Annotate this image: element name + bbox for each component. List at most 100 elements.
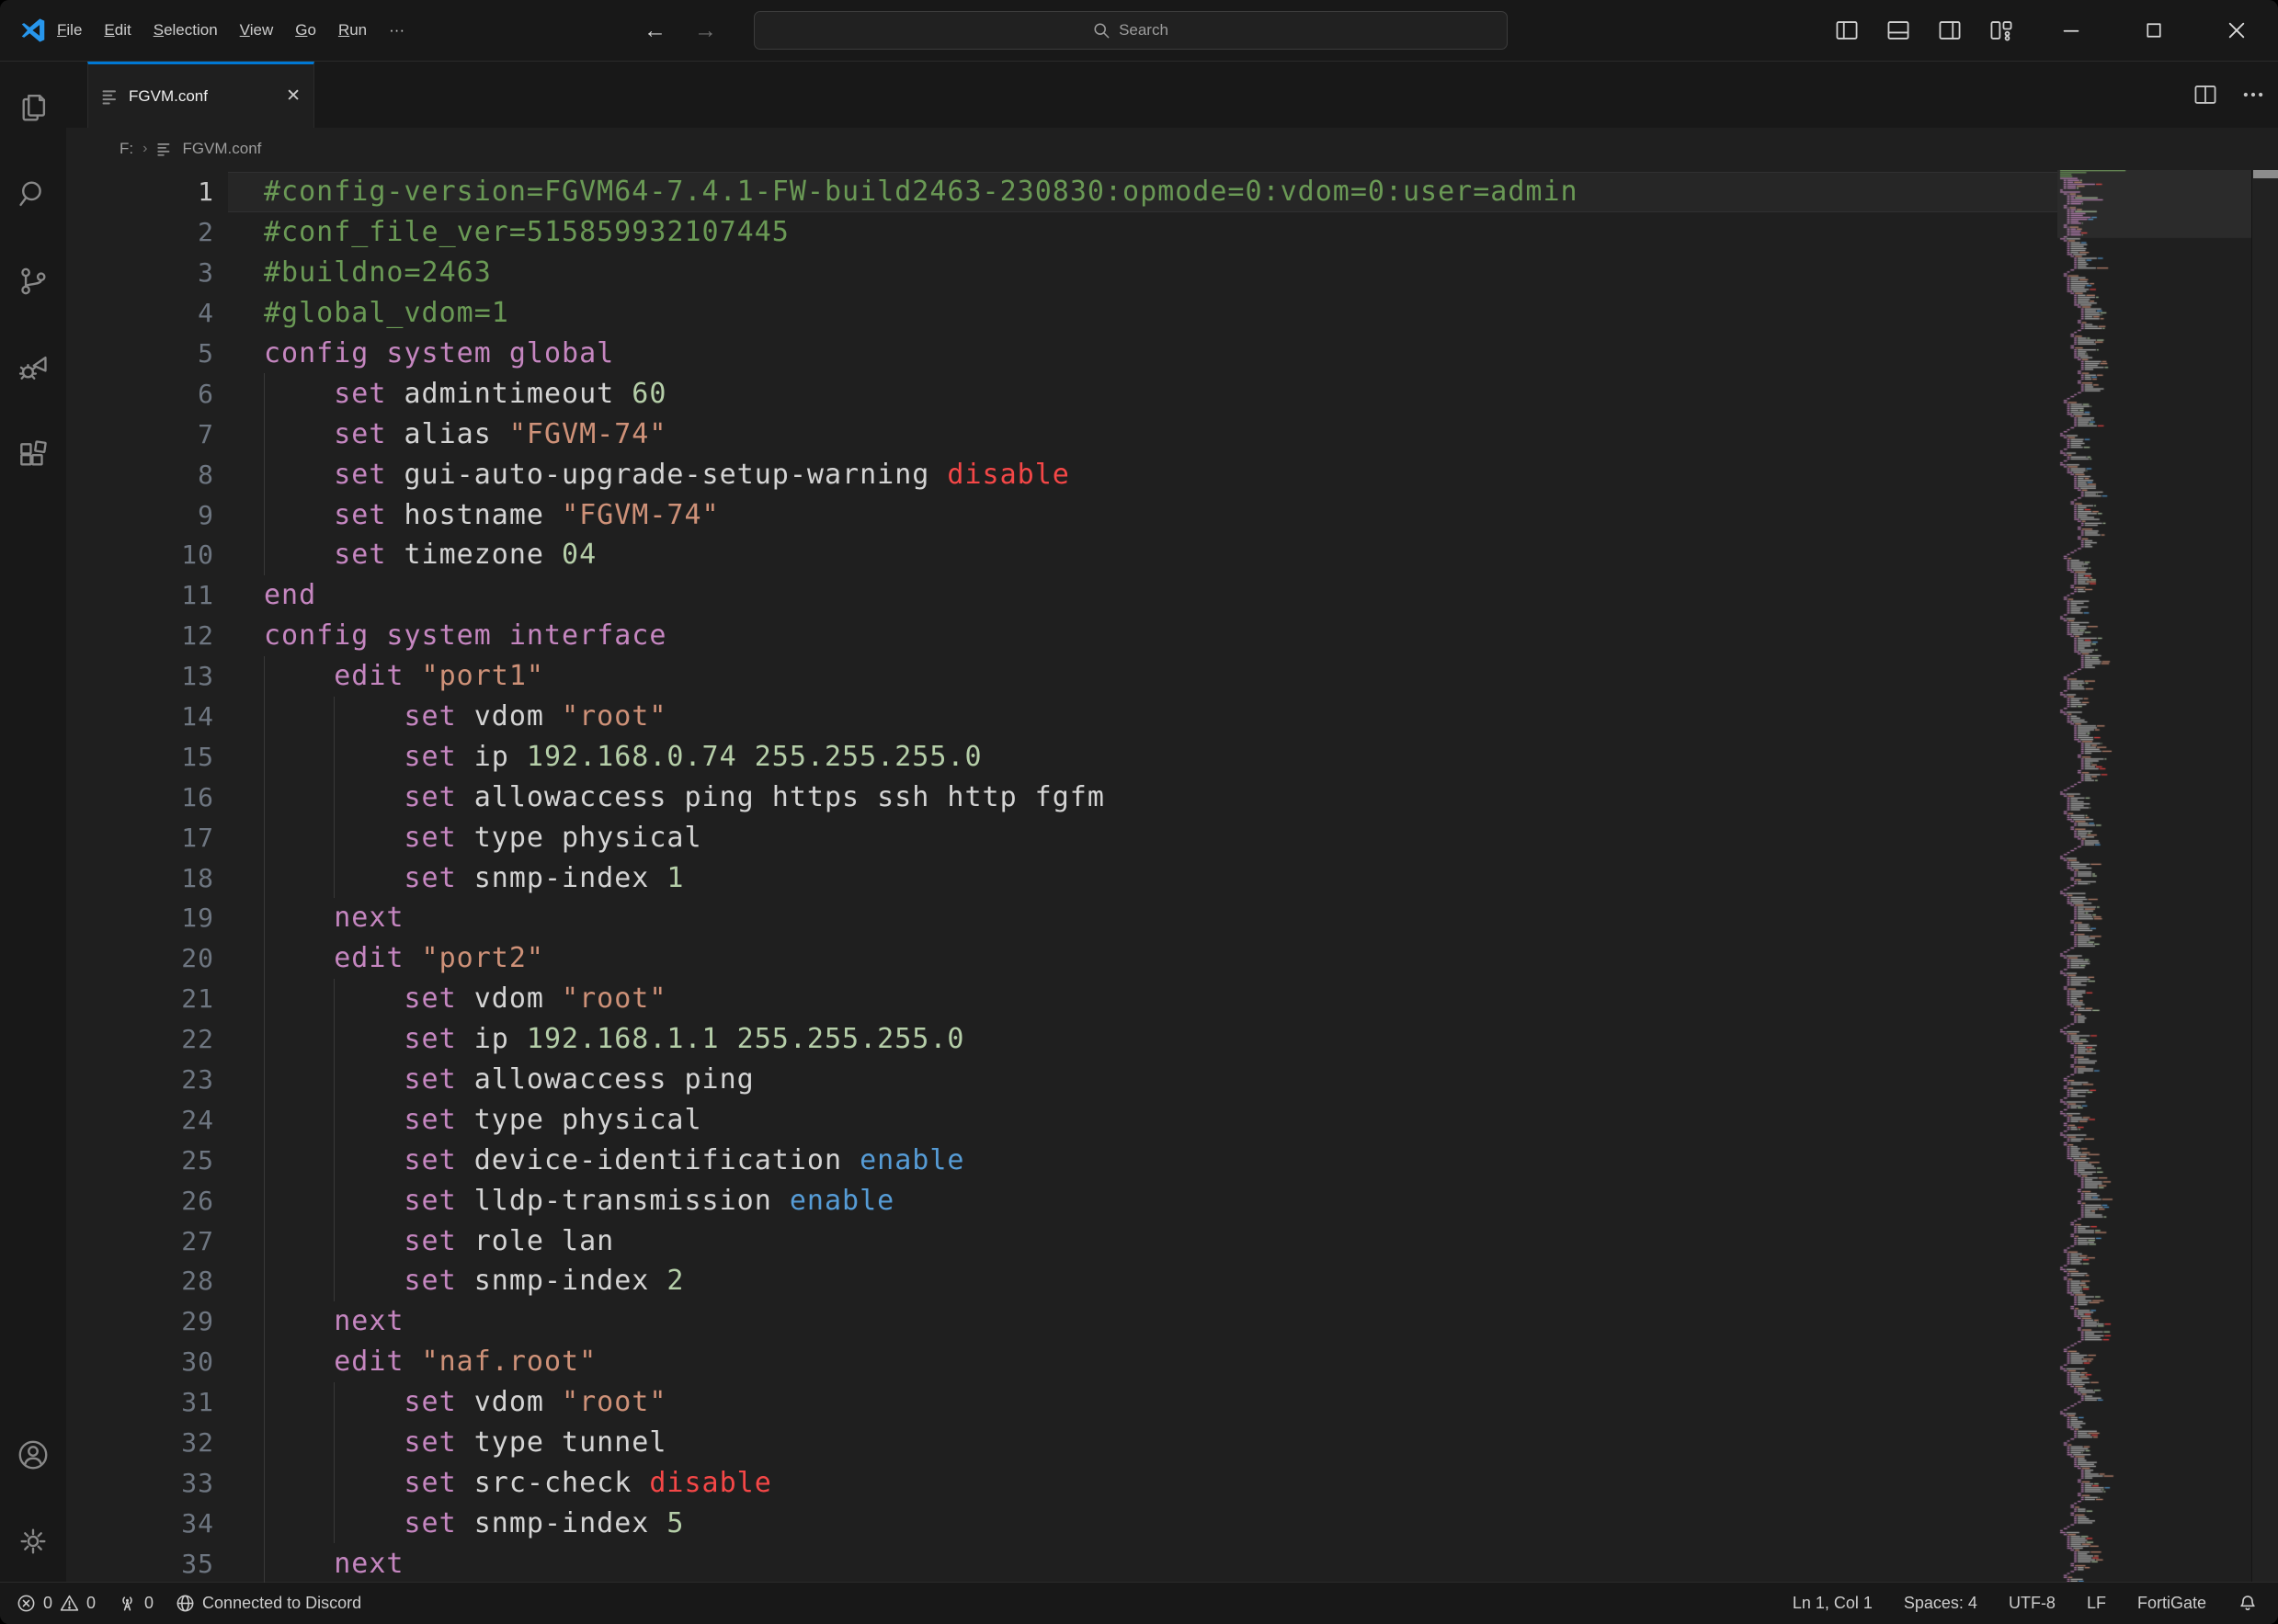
toggle-secondary-sidebar-icon[interactable] <box>1938 18 1962 42</box>
code-line[interactable]: 31 set vdom "root" <box>66 1381 2057 1423</box>
search-sidebar-icon[interactable] <box>16 176 51 211</box>
vscode-window: File Edit Selection View Go Run ··· ← → … <box>0 0 2278 1624</box>
line-number: 26 <box>181 1185 214 1216</box>
close-button[interactable] <box>2195 0 2278 61</box>
toggle-panel-icon[interactable] <box>1886 18 1910 42</box>
line-text: set vdom "root" <box>404 1386 667 1419</box>
maximize-button[interactable] <box>2113 0 2195 61</box>
menu-bar: File Edit Selection View Go Run ··· <box>46 0 416 61</box>
menu-view[interactable]: View <box>229 16 285 45</box>
account-icon[interactable] <box>16 1437 51 1472</box>
code-line[interactable]: 28 set snmp-index 2 <box>66 1261 2057 1301</box>
code-line[interactable]: 24 set type physical <box>66 1099 2057 1141</box>
warning-icon <box>60 1595 79 1611</box>
line-number: 19 <box>181 903 214 934</box>
code-line[interactable]: 32 set type tunnel <box>66 1422 2057 1463</box>
tab-close-icon[interactable]: ✕ <box>286 85 301 107</box>
split-editor-icon[interactable] <box>2193 83 2217 107</box>
menu-selection[interactable]: Selection <box>142 16 229 45</box>
code-line[interactable]: 22 set ip 192.168.1.1 255.255.255.0 <box>66 1018 2057 1060</box>
code-line[interactable]: 13 edit "port1" <box>66 655 2057 697</box>
nav-back-icon[interactable]: ← <box>644 17 666 44</box>
code-line[interactable]: 2 #conf_file_ver=515859932107445 <box>66 212 2057 253</box>
more-actions-icon[interactable] <box>2241 83 2265 107</box>
line-number: 13 <box>181 661 214 692</box>
code-line[interactable]: 33 set src-check disable <box>66 1462 2057 1504</box>
source-control-icon[interactable] <box>16 264 51 299</box>
code-line[interactable]: 8 set gui-auto-upgrade-setup-warning disa… <box>66 454 2057 495</box>
run-debug-icon[interactable] <box>16 351 51 386</box>
line-number: 30 <box>181 1346 214 1378</box>
line-text: set allowaccess ping <box>404 1063 755 1096</box>
line-text: set type tunnel <box>404 1426 667 1459</box>
breadcrumb-drive[interactable]: F: <box>120 140 133 158</box>
encoding-setting[interactable]: UTF-8 <box>2009 1594 2056 1613</box>
code-line[interactable]: 15 set ip 192.168.0.74 255.255.255.0 <box>66 736 2057 778</box>
line-number: 1 <box>198 176 214 208</box>
menu-go[interactable]: Go <box>284 16 327 45</box>
breadcrumb-file[interactable]: FGVM.conf <box>182 140 261 158</box>
ports-indicator[interactable]: 0 <box>118 1594 154 1613</box>
code-line[interactable]: 25 set device-identification enable <box>66 1140 2057 1181</box>
notifications-bell-icon[interactable] <box>2238 1594 2258 1614</box>
code-line[interactable]: 11 end <box>66 575 2057 616</box>
line-text: set device-identification enable <box>404 1143 965 1176</box>
code-line[interactable]: 3 #buildno=2463 <box>66 253 2057 293</box>
language-mode[interactable]: FortiGate <box>2137 1594 2206 1613</box>
code-line[interactable]: 6 set admintimeout 60 <box>66 373 2057 415</box>
minimize-button[interactable] <box>2030 0 2113 61</box>
eol-setting[interactable]: LF <box>2087 1594 2106 1613</box>
menu-file[interactable]: File <box>46 16 93 45</box>
vertical-scrollbar[interactable] <box>2251 170 2278 1583</box>
customize-layout-icon[interactable] <box>1989 18 2013 42</box>
code-line[interactable]: 18 set snmp-index 1 <box>66 857 2057 899</box>
code-line[interactable]: 7 set alias "FGVM-74" <box>66 414 2057 455</box>
code-line[interactable]: 12 config system interface <box>66 616 2057 656</box>
scrollbar-slider[interactable] <box>2253 170 2278 178</box>
tab-label: FGVM.conf <box>129 86 208 105</box>
settings-gear-icon[interactable] <box>16 1524 51 1559</box>
line-text: set ip 192.168.1.1 255.255.255.0 <box>404 1023 965 1056</box>
line-number: 2 <box>198 217 214 248</box>
code-line[interactable]: 20 edit "port2" <box>66 937 2057 979</box>
menu-edit[interactable]: Edit <box>93 16 142 45</box>
minimap[interactable] <box>2057 170 2252 1583</box>
code-line[interactable]: 1 #config-version=FGVM64-7.4.1-FW-build24… <box>66 172 2057 212</box>
code-line[interactable]: 21 set vdom "root" <box>66 978 2057 1019</box>
line-number: 3 <box>198 257 214 289</box>
line-number: 29 <box>181 1306 214 1337</box>
code-editor[interactable]: 1 #config-version=FGVM64-7.4.1-FW-build24… <box>66 170 2278 1583</box>
menu-run[interactable]: Run <box>327 16 378 45</box>
cursor-position[interactable]: Ln 1, Col 1 <box>1793 1594 1873 1613</box>
file-list-icon <box>102 89 116 104</box>
command-center-search[interactable]: Search <box>754 11 1508 50</box>
extensions-icon[interactable] <box>16 438 51 473</box>
nav-forward-icon[interactable]: → <box>694 17 717 44</box>
line-number: 18 <box>181 862 214 893</box>
toggle-primary-sidebar-icon[interactable] <box>1835 18 1859 42</box>
code-line[interactable]: 35 next <box>66 1543 2057 1583</box>
discord-status[interactable]: Connected to Discord <box>176 1594 361 1613</box>
indentation-setting[interactable]: Spaces: 4 <box>1904 1594 1977 1613</box>
line-number: 32 <box>181 1427 214 1459</box>
code-line[interactable]: 14 set vdom "root" <box>66 696 2057 737</box>
code-line[interactable]: 5 config system global <box>66 334 2057 374</box>
code-line[interactable]: 27 set role lan <box>66 1221 2057 1262</box>
problems-indicator[interactable]: 0 0 <box>17 1594 96 1613</box>
code-line[interactable]: 19 next <box>66 898 2057 938</box>
code-line[interactable]: 34 set snmp-index 5 <box>66 1503 2057 1544</box>
code-line[interactable]: 26 set lldp-transmission enable <box>66 1180 2057 1221</box>
code-line[interactable]: 16 set allowaccess ping https ssh http fg… <box>66 777 2057 818</box>
line-number: 33 <box>181 1467 214 1498</box>
code-line[interactable]: 23 set allowaccess ping <box>66 1059 2057 1100</box>
code-line[interactable]: 17 set type physical <box>66 817 2057 858</box>
tab-fgvm-conf[interactable]: FGVM.conf ✕ <box>87 62 314 128</box>
code-line[interactable]: 9 set hostname "FGVM-74" <box>66 494 2057 536</box>
line-number: 16 <box>181 781 214 812</box>
menu-overflow-icon[interactable]: ··· <box>378 16 416 45</box>
code-line[interactable]: 10 set timezone 04 <box>66 535 2057 575</box>
code-line[interactable]: 30 edit "naf.root" <box>66 1341 2057 1382</box>
explorer-icon[interactable] <box>16 89 51 124</box>
code-line[interactable]: 4 #global_vdom=1 <box>66 293 2057 334</box>
code-line[interactable]: 29 next <box>66 1300 2057 1342</box>
